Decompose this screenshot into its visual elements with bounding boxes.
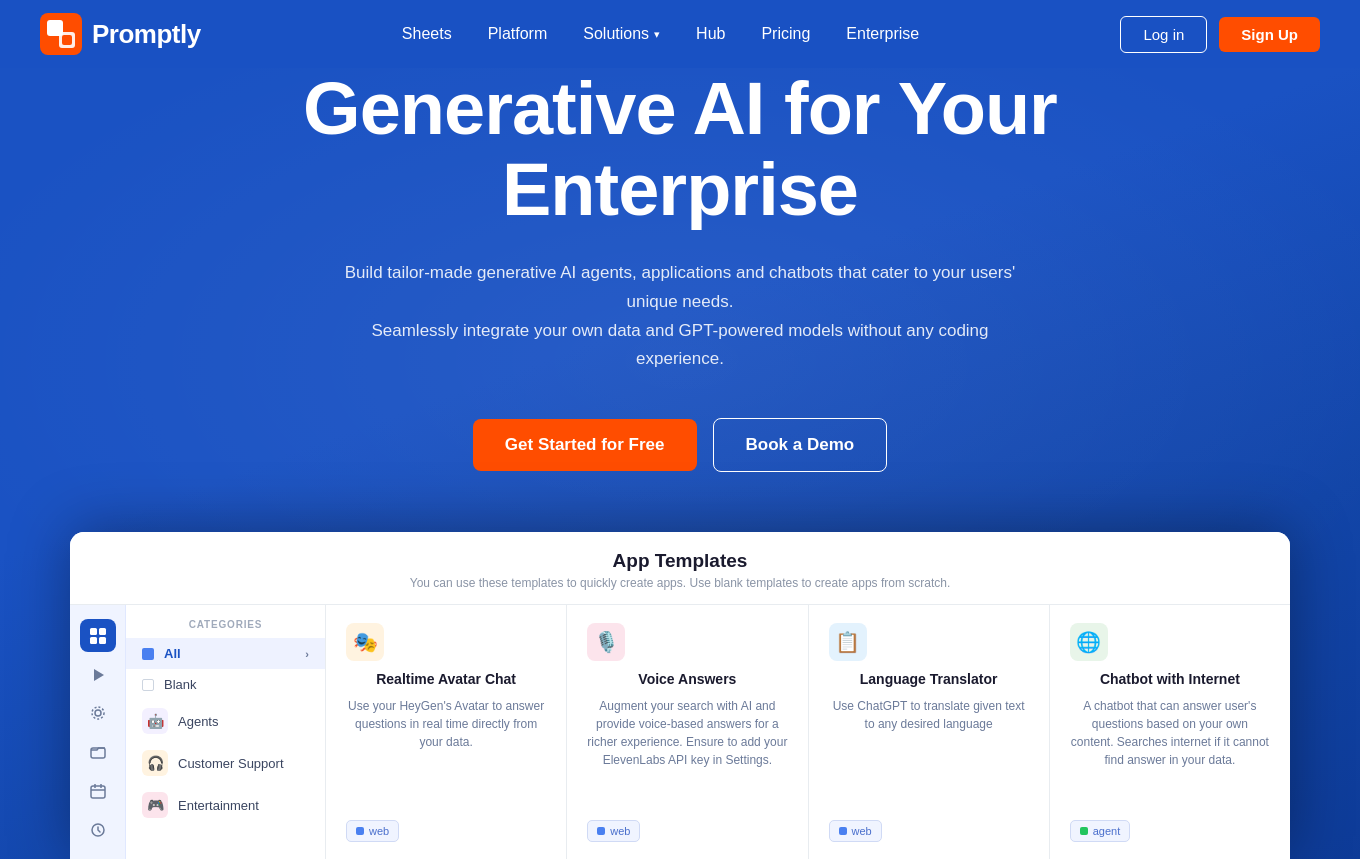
badge-dot-translator	[839, 827, 847, 835]
cat-dot-blank	[142, 679, 154, 691]
card-desc-translator: Use ChatGPT to translate given text to a…	[829, 697, 1029, 733]
app-preview: App Templates You can use these template…	[70, 532, 1290, 859]
card-desc-chatbot: A chatbot that can answer user's questio…	[1070, 697, 1270, 769]
svg-rect-3	[62, 35, 72, 45]
cat-icon-entertainment: 🎮	[142, 792, 168, 818]
cards-area: 🎭 Realtime Avatar Chat Use your HeyGen's…	[326, 605, 1290, 859]
svg-rect-12	[91, 786, 105, 798]
app-sidebar	[70, 605, 126, 859]
app-body: CATEGORIES All › Blank 🤖 Agents	[70, 605, 1290, 859]
hero-subtitle: Build tailor-made generative AI agents, …	[340, 259, 1020, 375]
card-icon-translator: 📋	[829, 623, 867, 661]
badge-dot-chatbot	[1080, 827, 1088, 835]
card-badge-chatbot: agent	[1070, 820, 1131, 842]
login-button[interactable]: Log in	[1120, 16, 1207, 53]
logo[interactable]: Promptly	[40, 13, 201, 55]
cat-item-agents[interactable]: 🤖 Agents	[126, 700, 325, 742]
categories-label: CATEGORIES	[126, 619, 325, 630]
cat-item-blank[interactable]: Blank	[126, 669, 325, 700]
card-badge-avatar: web	[346, 820, 399, 842]
cat-dot-all	[142, 648, 154, 660]
sidebar-icon-settings[interactable]	[80, 697, 116, 730]
sidebar-icon-apps[interactable]	[80, 619, 116, 652]
sidebar-icon-calendar[interactable]	[80, 775, 116, 808]
app-preview-wrapper: App Templates You can use these template…	[70, 532, 1290, 859]
badge-dot-avatar	[356, 827, 364, 835]
svg-rect-4	[90, 628, 97, 635]
card-icon-chatbot: 🌐	[1070, 623, 1108, 661]
svg-rect-6	[90, 637, 97, 644]
book-demo-button[interactable]: Book a Demo	[713, 418, 888, 472]
cat-icon-agents: 🤖	[142, 708, 168, 734]
svg-point-10	[92, 707, 104, 719]
nav-links: Sheets Platform Solutions ▾ Hub Pricing …	[402, 25, 919, 43]
sidebar-icon-history[interactable]	[80, 813, 116, 846]
app-header: App Templates You can use these template…	[70, 532, 1290, 605]
cat-item-entertainment[interactable]: 🎮 Entertainment	[126, 784, 325, 826]
card-icon-voice: 🎙️	[587, 623, 625, 661]
logo-icon	[40, 13, 82, 55]
nav-sheets[interactable]: Sheets	[402, 25, 452, 43]
card-badge-voice: web	[587, 820, 640, 842]
sidebar-icon-folder[interactable]	[80, 736, 116, 769]
get-started-button[interactable]: Get Started for Free	[473, 419, 697, 471]
card-desc-avatar: Use your HeyGen's Avatar to answer quest…	[346, 697, 546, 751]
card-title-avatar: Realtime Avatar Chat	[346, 671, 546, 687]
card-title-translator: Language Translator	[829, 671, 1029, 687]
hero-buttons: Get Started for Free Book a Demo	[473, 418, 887, 472]
nav-platform[interactable]: Platform	[488, 25, 548, 43]
svg-rect-5	[99, 628, 106, 635]
hero-section: Generative AI for Your Enterprise Build …	[0, 0, 1360, 859]
cat-item-all[interactable]: All ›	[126, 638, 325, 669]
nav-actions: Log in Sign Up	[1120, 16, 1320, 53]
nav-solutions[interactable]: Solutions ▾	[583, 25, 660, 43]
solutions-chevron-icon: ▾	[654, 28, 660, 41]
card-title-voice: Voice Answers	[587, 671, 787, 687]
svg-marker-8	[94, 669, 104, 681]
card-voice-answers[interactable]: 🎙️ Voice Answers Augment your search wit…	[567, 605, 808, 859]
cat-item-customer-support[interactable]: 🎧 Customer Support	[126, 742, 325, 784]
card-language-translator[interactable]: 📋 Language Translator Use ChatGPT to tra…	[809, 605, 1050, 859]
nav-enterprise[interactable]: Enterprise	[846, 25, 919, 43]
card-badge-translator: web	[829, 820, 882, 842]
app-header-subtitle: You can use these templates to quickly c…	[94, 576, 1266, 590]
categories-panel: CATEGORIES All › Blank 🤖 Agents	[126, 605, 326, 859]
cat-chevron-all: ›	[305, 648, 309, 660]
card-title-chatbot: Chatbot with Internet	[1070, 671, 1270, 687]
nav-pricing[interactable]: Pricing	[761, 25, 810, 43]
card-realtime-avatar[interactable]: 🎭 Realtime Avatar Chat Use your HeyGen's…	[326, 605, 567, 859]
card-chatbot-internet[interactable]: 🌐 Chatbot with Internet A chatbot that c…	[1050, 605, 1290, 859]
cat-icon-customer: 🎧	[142, 750, 168, 776]
nav-hub[interactable]: Hub	[696, 25, 725, 43]
sidebar-icon-play[interactable]	[80, 658, 116, 691]
svg-rect-7	[99, 637, 106, 644]
app-header-title: App Templates	[94, 550, 1266, 572]
brand-name: Promptly	[92, 19, 201, 50]
badge-dot-voice	[597, 827, 605, 835]
signup-button[interactable]: Sign Up	[1219, 17, 1320, 52]
navbar: Promptly Sheets Platform Solutions ▾ Hub…	[0, 0, 1360, 68]
hero-title: Generative AI for Your Enterprise	[303, 68, 1057, 231]
card-desc-voice: Augment your search with AI and provide …	[587, 697, 787, 769]
card-icon-avatar: 🎭	[346, 623, 384, 661]
svg-point-9	[95, 710, 101, 716]
